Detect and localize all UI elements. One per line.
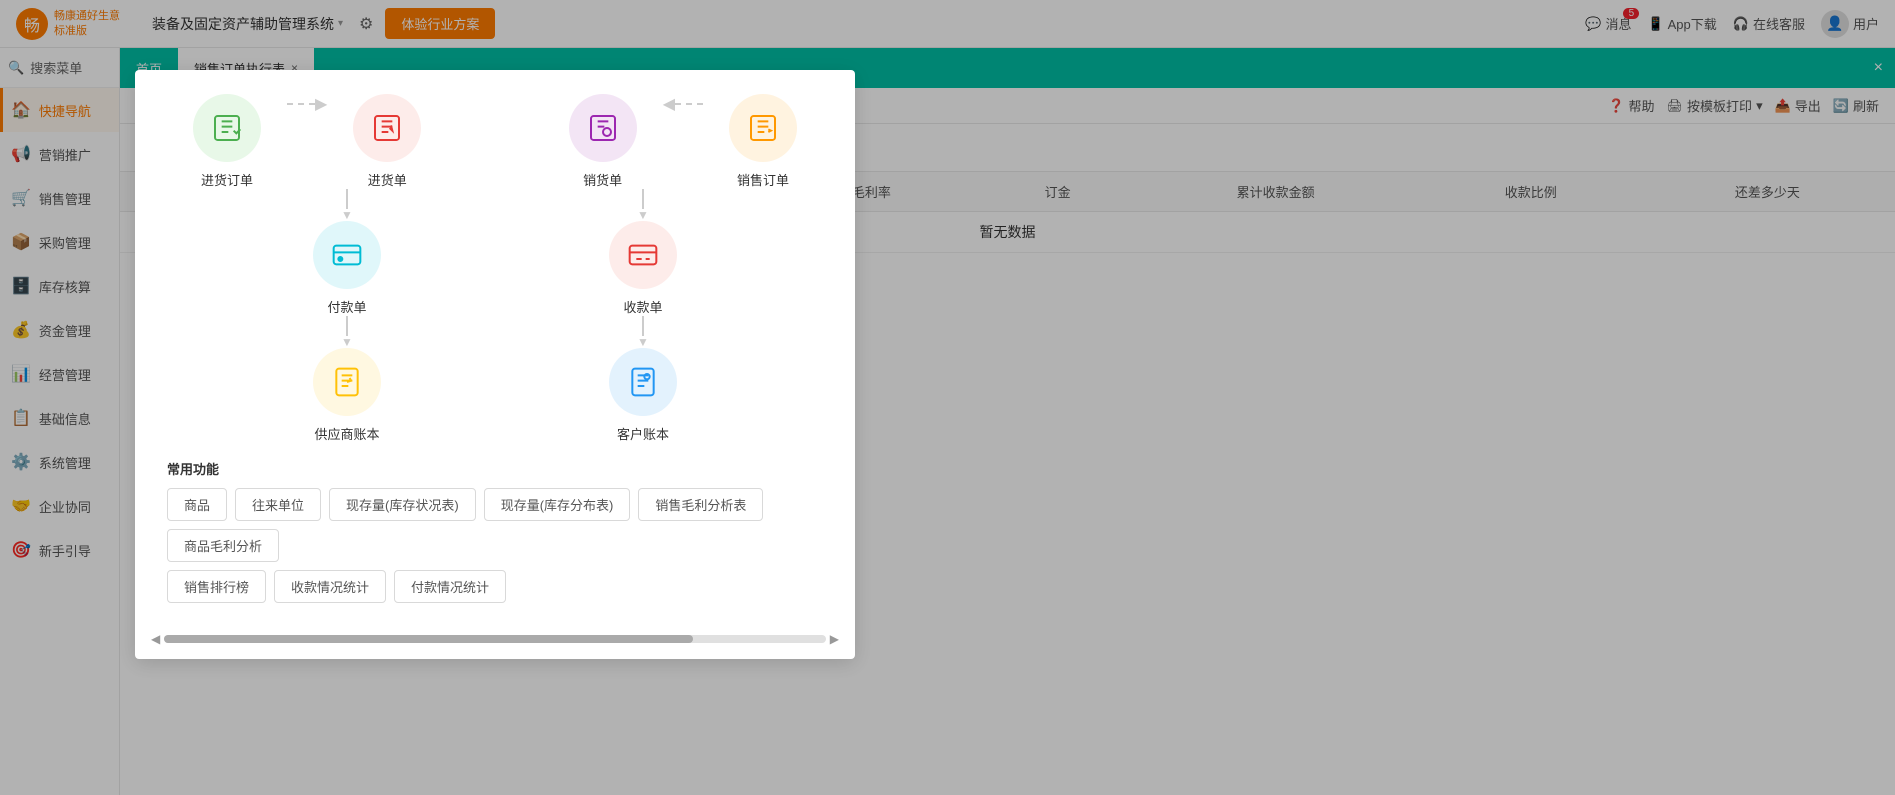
func-button[interactable]: 往来单位 — [235, 488, 321, 521]
wf-node-sales-order: 销售订单 — [703, 94, 823, 189]
wf-node-sales-bill: 销货单 — [543, 94, 663, 189]
wf-node-supplier-ledger: 供应商账本 — [287, 348, 407, 443]
wf-label-customer-ledger: 客户账本 — [617, 424, 669, 443]
wf-arrow-h2: ◀ — [663, 94, 703, 170]
sales-bill-icon — [569, 94, 637, 162]
purchase-bill-icon — [353, 94, 421, 162]
func-button[interactable]: 现存量(库存分布表) — [484, 488, 631, 521]
common-functions: 常用功能 商品往来单位现存量(库存状况表)现存量(库存分布表)销售毛利分析表商品… — [167, 459, 823, 603]
func-button[interactable]: 商品毛利分析 — [167, 529, 279, 562]
supplier-ledger-icon — [313, 348, 381, 416]
customer-ledger-icon — [609, 348, 677, 416]
wf-label-sales-bill: 销货单 — [583, 170, 622, 189]
wf-arrow-h1: ▶ — [287, 94, 327, 170]
wf-node-receipt: 收款单 — [583, 221, 703, 316]
modal-overlay[interactable]: 进货订单 ▶ 进货单 — [0, 0, 1895, 795]
func-button[interactable]: 现存量(库存状况表) — [329, 488, 476, 521]
purchase-order-icon — [193, 94, 261, 162]
wf-label-purchase-order: 进货订单 — [201, 170, 253, 189]
func-button[interactable]: 付款情况统计 — [394, 570, 506, 603]
wf-label-purchase-bill: 进货单 — [368, 170, 407, 189]
wf-label-supplier-ledger: 供应商账本 — [314, 424, 379, 443]
wf-label-receipt: 收款单 — [623, 297, 662, 316]
modal-scrollbar: ◀ ▶ — [135, 627, 855, 659]
scroll-track[interactable] — [164, 635, 826, 643]
func-button[interactable]: 收款情况统计 — [274, 570, 386, 603]
common-functions-title: 常用功能 — [167, 459, 823, 478]
wf-node-purchase-order: 进货订单 — [167, 94, 287, 189]
modal-content: 进货订单 ▶ 进货单 — [135, 70, 855, 627]
func-button[interactable]: 商品 — [167, 488, 227, 521]
scroll-right-icon[interactable]: ▶ — [830, 632, 839, 646]
scroll-thumb — [164, 635, 693, 643]
func-buttons-row2: 销售排行榜收款情况统计付款情况统计 — [167, 570, 823, 603]
payment-icon — [313, 221, 381, 289]
func-button[interactable]: 销售排行榜 — [167, 570, 266, 603]
wf-label-sales-order: 销售订单 — [737, 170, 789, 189]
wf-node-payment: 付款单 — [287, 221, 407, 316]
scroll-left-icon[interactable]: ◀ — [151, 632, 160, 646]
sales-order-icon — [729, 94, 797, 162]
wf-label-payment: 付款单 — [327, 297, 366, 316]
modal-box: 进货订单 ▶ 进货单 — [135, 70, 855, 659]
wf-node-purchase-bill: 进货单 — [327, 94, 447, 189]
wf-node-customer-ledger: 客户账本 — [583, 348, 703, 443]
func-buttons-row1: 商品往来单位现存量(库存状况表)现存量(库存分布表)销售毛利分析表商品毛利分析 — [167, 488, 823, 562]
func-button[interactable]: 销售毛利分析表 — [638, 488, 763, 521]
receipt-icon — [609, 221, 677, 289]
